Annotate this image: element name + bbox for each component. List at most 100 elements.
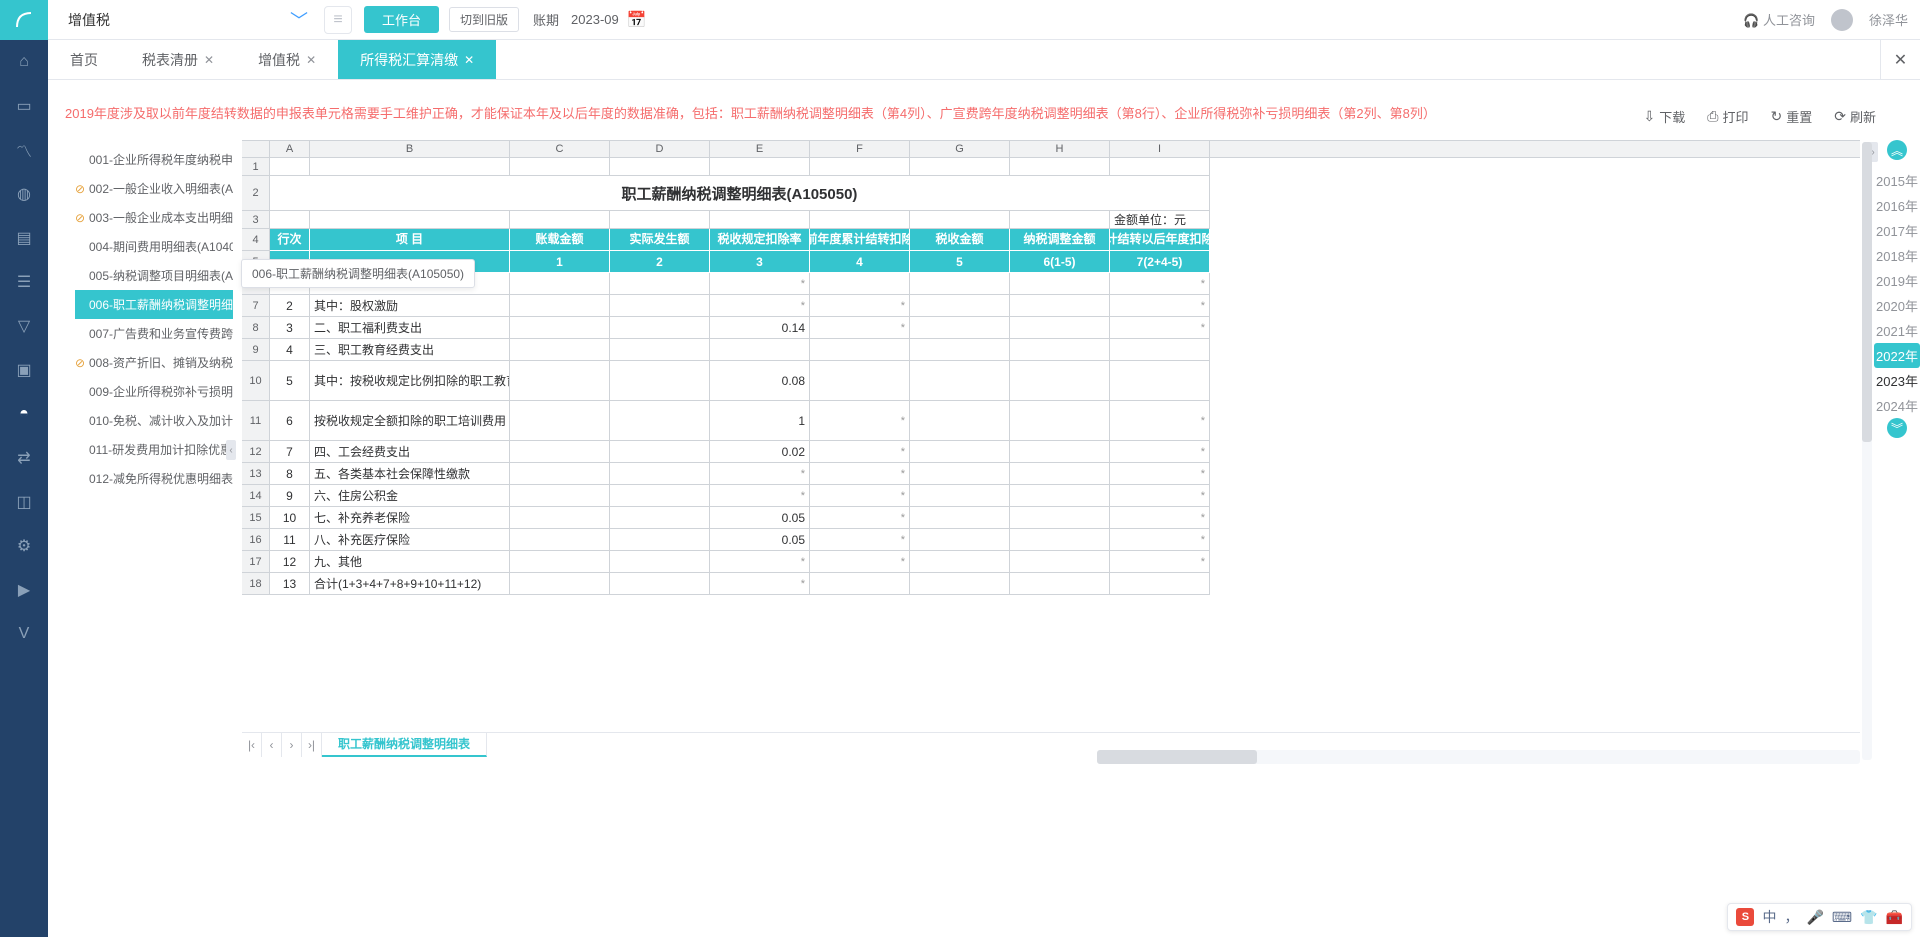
cell[interactable] bbox=[1010, 529, 1110, 551]
cell[interactable]: * bbox=[710, 295, 810, 317]
cell[interactable] bbox=[1110, 339, 1210, 361]
form-list-item[interactable]: 004-期间费用明细表(A1040... bbox=[75, 232, 233, 261]
row-header[interactable]: 13 bbox=[242, 463, 270, 485]
cell[interactable]: * bbox=[1110, 401, 1210, 441]
form-list-item[interactable]: 010-免税、减计收入及加计... bbox=[75, 406, 233, 435]
cell[interactable] bbox=[1010, 441, 1110, 463]
calendar-icon[interactable]: 📅 bbox=[627, 10, 647, 30]
cell[interactable] bbox=[1010, 339, 1110, 361]
row-header[interactable]: 18 bbox=[242, 573, 270, 595]
cell[interactable]: * bbox=[710, 273, 810, 295]
row-header[interactable]: 4 bbox=[242, 229, 270, 251]
col-header[interactable]: A bbox=[270, 141, 310, 157]
cell[interactable] bbox=[1010, 401, 1110, 441]
form-list-item[interactable]: 001-企业所得税年度纳税申... bbox=[75, 145, 233, 174]
ime-bar[interactable]: S 中 ， 🎤 ⌨ 👕 🧰 bbox=[1727, 903, 1912, 931]
year-item[interactable]: 2016年 bbox=[1874, 193, 1920, 218]
row-header[interactable]: 2 bbox=[242, 176, 270, 211]
row-header[interactable]: 17 bbox=[242, 551, 270, 573]
cell[interactable] bbox=[610, 507, 710, 529]
sheet-nav-first-icon[interactable]: |‹ bbox=[242, 733, 262, 757]
cell[interactable]: * bbox=[1110, 485, 1210, 507]
cell[interactable] bbox=[510, 441, 610, 463]
period-value[interactable]: 2023-09 bbox=[571, 12, 619, 27]
year-item[interactable]: 2020年 bbox=[1874, 293, 1920, 318]
form-list-item[interactable]: 005-纳税调整项目明细表(A1... bbox=[75, 261, 233, 290]
tab-tax-list[interactable]: 税表清册✕ bbox=[120, 40, 236, 79]
nav-gear-icon[interactable]: ⚙ bbox=[0, 524, 48, 568]
switch-old-button[interactable]: 切到旧版 bbox=[449, 7, 519, 32]
form-list-item[interactable]: 006-职工薪酬纳税调整明细... bbox=[75, 290, 233, 319]
cell[interactable]: 1 bbox=[710, 401, 810, 441]
cell[interactable] bbox=[1010, 295, 1110, 317]
cell[interactable] bbox=[510, 295, 610, 317]
username[interactable]: 徐泽华 bbox=[1869, 10, 1908, 29]
year-scroll-up-icon[interactable]: ︽ bbox=[1887, 140, 1907, 160]
cell[interactable] bbox=[910, 573, 1010, 595]
col-header[interactable]: D bbox=[610, 141, 710, 157]
ime-skin-icon[interactable]: 👕 bbox=[1860, 909, 1877, 926]
vscroll-thumb[interactable] bbox=[1862, 142, 1872, 442]
refresh-button[interactable]: ⟳刷新 bbox=[1834, 107, 1876, 126]
nav-list-icon[interactable]: ☰ bbox=[0, 260, 48, 304]
year-item[interactable]: 2015年 bbox=[1874, 168, 1920, 193]
nav-shirt-icon[interactable]: ▽ bbox=[0, 304, 48, 348]
cell[interactable]: 0.05 bbox=[710, 529, 810, 551]
cell[interactable]: * bbox=[1110, 317, 1210, 339]
print-button[interactable]: ⎙打印 bbox=[1707, 107, 1748, 126]
cell[interactable] bbox=[910, 507, 1010, 529]
cell[interactable]: * bbox=[1110, 295, 1210, 317]
cell[interactable]: * bbox=[810, 401, 910, 441]
tab-income-tax[interactable]: 所得税汇算清缴✕ bbox=[338, 40, 496, 79]
cell[interactable] bbox=[1110, 361, 1210, 401]
cell[interactable]: * bbox=[810, 295, 910, 317]
cell[interactable] bbox=[510, 573, 610, 595]
cell[interactable] bbox=[610, 295, 710, 317]
ime-keyboard-icon[interactable]: ⌨ bbox=[1832, 909, 1852, 926]
cell[interactable]: * bbox=[810, 507, 910, 529]
nav-image-icon[interactable]: ▣ bbox=[0, 348, 48, 392]
cell[interactable] bbox=[1110, 573, 1210, 595]
cell[interactable]: * bbox=[1110, 507, 1210, 529]
cell[interactable]: * bbox=[810, 551, 910, 573]
cell[interactable] bbox=[910, 441, 1010, 463]
col-header[interactable]: E bbox=[710, 141, 810, 157]
row-header[interactable]: 15 bbox=[242, 507, 270, 529]
cell[interactable]: * bbox=[710, 551, 810, 573]
cell[interactable]: * bbox=[1110, 529, 1210, 551]
cell[interactable] bbox=[510, 339, 610, 361]
cell[interactable]: * bbox=[710, 485, 810, 507]
ime-logo[interactable]: S bbox=[1736, 908, 1754, 926]
cell[interactable]: * bbox=[810, 441, 910, 463]
cell[interactable] bbox=[610, 441, 710, 463]
cell[interactable] bbox=[910, 551, 1010, 573]
cell[interactable] bbox=[610, 339, 710, 361]
hscroll-thumb[interactable] bbox=[1097, 750, 1257, 764]
cell[interactable]: * bbox=[710, 573, 810, 595]
cell[interactable] bbox=[910, 295, 1010, 317]
cell[interactable]: * bbox=[1110, 441, 1210, 463]
year-scroll-down-icon[interactable]: ︾ bbox=[1887, 418, 1907, 438]
cell[interactable] bbox=[610, 361, 710, 401]
cell[interactable] bbox=[610, 573, 710, 595]
form-list-item[interactable]: 011-研发费用加计扣除优惠... bbox=[75, 435, 233, 464]
cell[interactable] bbox=[710, 339, 810, 361]
col-header[interactable]: G bbox=[910, 141, 1010, 157]
consult-link[interactable]: 🎧 人工咨询 bbox=[1743, 10, 1815, 29]
cell[interactable] bbox=[510, 401, 610, 441]
cell[interactable] bbox=[810, 361, 910, 401]
cell[interactable] bbox=[1010, 273, 1110, 295]
cell[interactable]: * bbox=[1110, 551, 1210, 573]
cell[interactable] bbox=[810, 273, 910, 295]
year-item[interactable]: 2018年 bbox=[1874, 243, 1920, 268]
nav-bowl-icon[interactable]: ◓ bbox=[0, 392, 48, 436]
year-item[interactable]: 2017年 bbox=[1874, 218, 1920, 243]
workspace-button[interactable]: 工作台 bbox=[364, 6, 439, 33]
vscroll-track[interactable] bbox=[1862, 142, 1872, 760]
year-item[interactable]: 2021年 bbox=[1874, 318, 1920, 343]
cell[interactable] bbox=[910, 339, 1010, 361]
cell[interactable] bbox=[610, 401, 710, 441]
year-item[interactable]: 2023年 bbox=[1874, 368, 1920, 393]
row-header[interactable]: 7 bbox=[242, 295, 270, 317]
cell[interactable] bbox=[1010, 507, 1110, 529]
